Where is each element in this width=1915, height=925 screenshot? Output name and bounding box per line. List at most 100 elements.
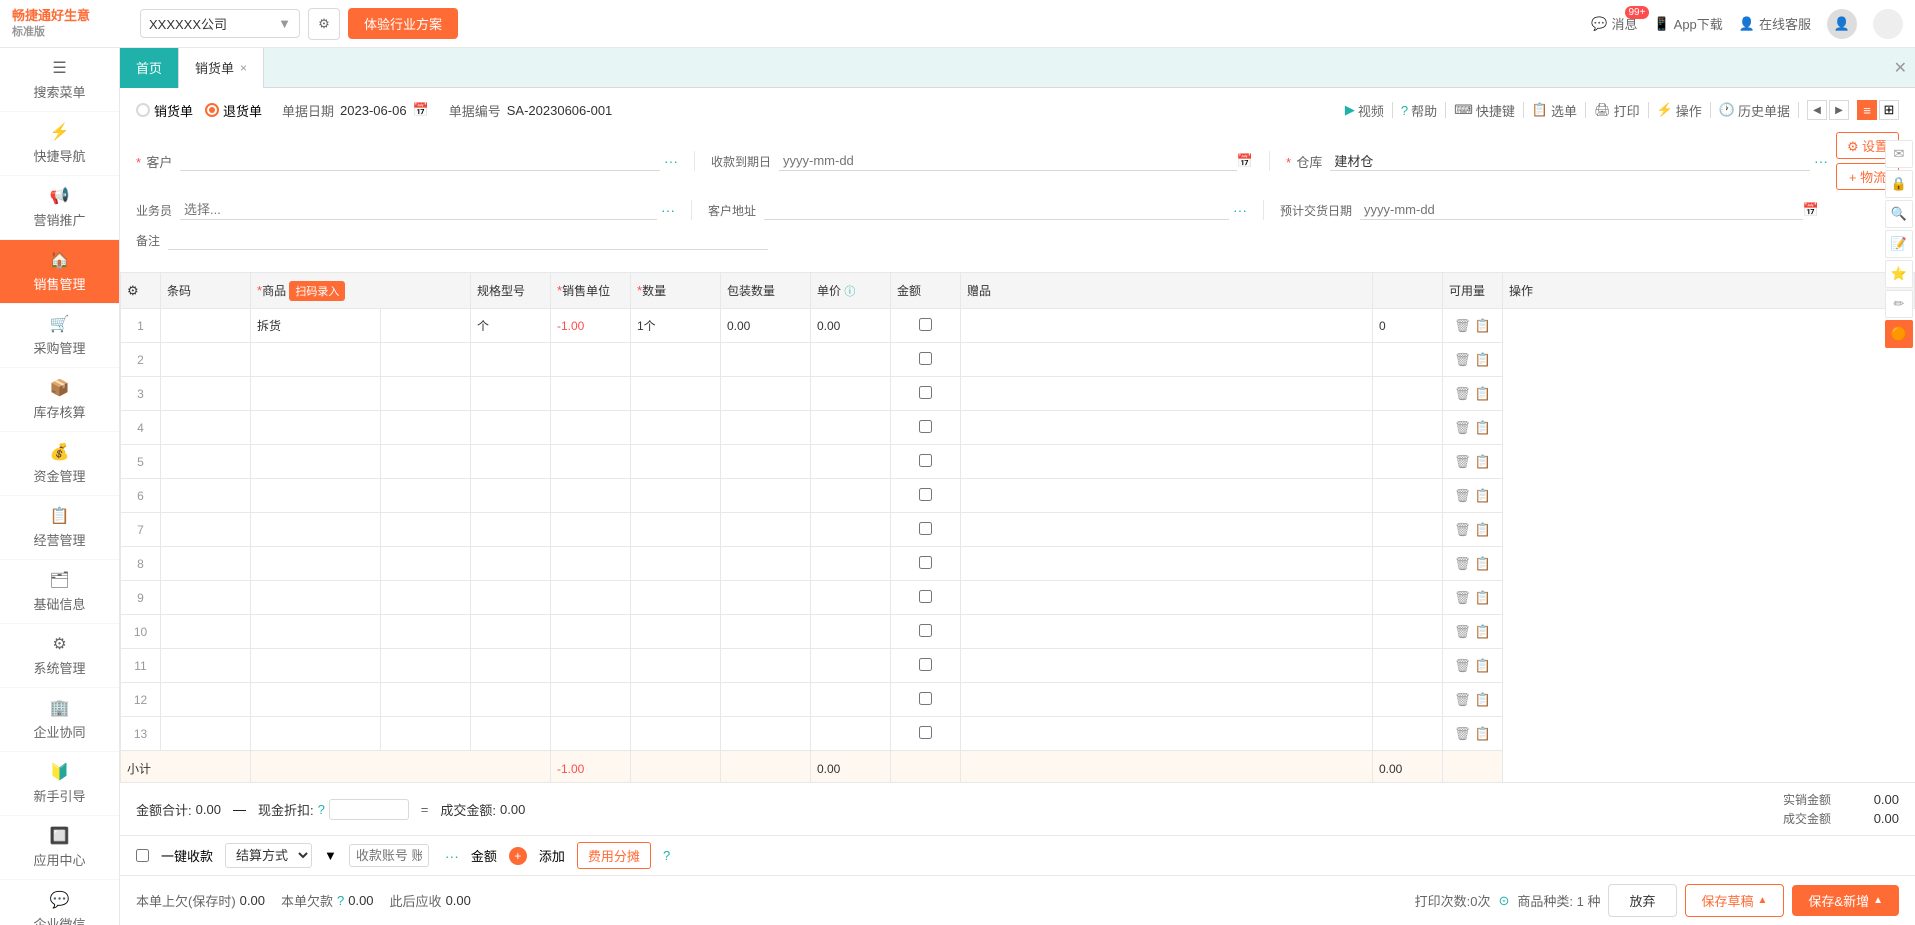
unit-cell[interactable] [471, 581, 551, 615]
message-button[interactable]: 💬 消息 99+ [1591, 14, 1637, 33]
gift-cell[interactable] [891, 513, 961, 547]
product-cell[interactable]: 拆货 [251, 309, 381, 343]
unit-price-cell[interactable] [721, 547, 811, 581]
sidebar-item-sales[interactable]: 🏠 销售管理 [0, 240, 119, 304]
tab-sales-order[interactable]: 销货单 × [179, 48, 264, 88]
spec-cell[interactable] [381, 445, 471, 479]
product-cell[interactable] [251, 547, 381, 581]
unit-cell[interactable] [471, 479, 551, 513]
amount-cell[interactable] [811, 717, 891, 751]
save-draft-button[interactable]: 保存草稿 ▲ [1685, 884, 1785, 917]
cash-discount-help[interactable]: ? [318, 802, 325, 817]
warehouse-dots-icon[interactable]: ··· [1814, 153, 1828, 169]
unit-price-cell[interactable] [721, 479, 811, 513]
action-video[interactable]: ▶ 视频 [1345, 101, 1384, 120]
unit-price-cell[interactable] [721, 445, 811, 479]
nav-next[interactable]: ▶ [1829, 100, 1849, 120]
remark-cell[interactable] [961, 445, 1373, 479]
view-list-btn[interactable]: ≡ [1857, 100, 1877, 120]
qty-cell[interactable] [551, 377, 631, 411]
remark-cell[interactable] [961, 377, 1373, 411]
spec-cell[interactable] [381, 649, 471, 683]
sidebar-item-enterprise[interactable]: 🏢 企业协同 [0, 688, 119, 752]
gift-cell[interactable] [891, 309, 961, 343]
delete-row-btn[interactable]: 🗑 [1454, 726, 1471, 742]
remark-cell[interactable] [961, 615, 1373, 649]
unit-cell[interactable] [471, 615, 551, 649]
barcode-cell[interactable] [161, 445, 251, 479]
float-btn-edit[interactable]: ✏ [1885, 290, 1913, 318]
expense-help-icon[interactable]: ? [663, 848, 670, 863]
barcode-cell[interactable] [161, 649, 251, 683]
unit-cell[interactable] [471, 445, 551, 479]
pack-qty-cell[interactable] [631, 717, 721, 751]
sidebar-item-purchase[interactable]: 🛒 采购管理 [0, 304, 119, 368]
barcode-cell[interactable] [161, 513, 251, 547]
delete-row-btn[interactable]: 🗑 [1454, 556, 1471, 572]
qty-cell[interactable] [551, 343, 631, 377]
product-type-label[interactable]: 商品种类: 1 种 [1517, 891, 1600, 910]
pack-qty-cell[interactable] [631, 411, 721, 445]
pack-qty-cell[interactable] [631, 683, 721, 717]
unit-cell[interactable] [471, 649, 551, 683]
pack-qty-cell[interactable]: 1个 [631, 309, 721, 343]
gift-cell[interactable] [891, 683, 961, 717]
unit-cell[interactable] [471, 717, 551, 751]
spec-cell[interactable] [381, 581, 471, 615]
delete-row-btn[interactable]: 🗑 [1454, 386, 1471, 402]
gift-cell[interactable] [891, 581, 961, 615]
copy-row-btn[interactable]: 📋 [1475, 386, 1491, 402]
delivery-calendar-icon[interactable]: 📅 [1803, 202, 1819, 218]
salesperson-dots-icon[interactable]: ··· [661, 202, 675, 218]
action-print[interactable]: 🖨 打印 [1594, 101, 1640, 120]
copy-row-btn[interactable]: 📋 [1475, 590, 1491, 606]
save-new-button[interactable]: 保存&新增 ▲ [1792, 885, 1899, 916]
spec-cell[interactable] [381, 683, 471, 717]
warehouse-input[interactable] [1330, 151, 1810, 171]
product-cell[interactable] [251, 343, 381, 377]
amount-cell[interactable] [811, 411, 891, 445]
pack-qty-cell[interactable] [631, 615, 721, 649]
spec-cell[interactable] [381, 411, 471, 445]
amount-cell[interactable] [811, 581, 891, 615]
barcode-cell[interactable] [161, 615, 251, 649]
barcode-cell[interactable] [161, 377, 251, 411]
amount-cell[interactable] [811, 343, 891, 377]
amount-cell[interactable] [811, 479, 891, 513]
amount-cell[interactable] [811, 377, 891, 411]
spec-cell[interactable] [381, 547, 471, 581]
delete-row-btn[interactable]: 🗑 [1454, 420, 1471, 436]
copy-row-btn[interactable]: 📋 [1475, 658, 1491, 674]
product-cell[interactable] [251, 683, 381, 717]
float-btn-lock[interactable]: 🔒 [1885, 170, 1913, 198]
delete-row-btn[interactable]: 🗑 [1454, 692, 1471, 708]
payment-due-calendar-icon[interactable]: 📅 [1237, 153, 1253, 169]
trial-btn[interactable]: 体验行业方案 [348, 8, 458, 39]
sidebar-item-biz[interactable]: 📋 经营管理 [0, 496, 119, 560]
spec-cell[interactable] [381, 615, 471, 649]
gift-cell[interactable] [891, 411, 961, 445]
scan-entry-button[interactable]: 扫码录入 [289, 281, 345, 301]
amount-cell[interactable] [811, 649, 891, 683]
amount-cell[interactable]: 0.00 [811, 309, 891, 343]
remark-cell[interactable] [961, 479, 1373, 513]
customer-input[interactable] [180, 151, 660, 171]
product-cell[interactable] [251, 445, 381, 479]
delete-row-btn[interactable]: 🗑 [1454, 454, 1471, 470]
remark-cell[interactable] [961, 581, 1373, 615]
pack-qty-cell[interactable] [631, 547, 721, 581]
unit-price-cell[interactable] [721, 683, 811, 717]
company-selector[interactable]: XXXXXX公司 ▼ [140, 9, 300, 38]
barcode-cell[interactable] [161, 479, 251, 513]
remark-cell[interactable] [961, 411, 1373, 445]
sidebar-item-quick-nav[interactable]: ⚡ 快捷导航 [0, 112, 119, 176]
qty-cell[interactable] [551, 615, 631, 649]
qty-cell[interactable] [551, 717, 631, 751]
product-cell[interactable] [251, 377, 381, 411]
copy-row-btn[interactable]: 📋 [1475, 454, 1491, 470]
unit-price-cell[interactable]: 0.00 [721, 309, 811, 343]
unit-cell[interactable] [471, 377, 551, 411]
amount-cell[interactable] [811, 547, 891, 581]
float-btn-star[interactable]: ⭐ [1885, 260, 1913, 288]
pack-qty-cell[interactable] [631, 513, 721, 547]
